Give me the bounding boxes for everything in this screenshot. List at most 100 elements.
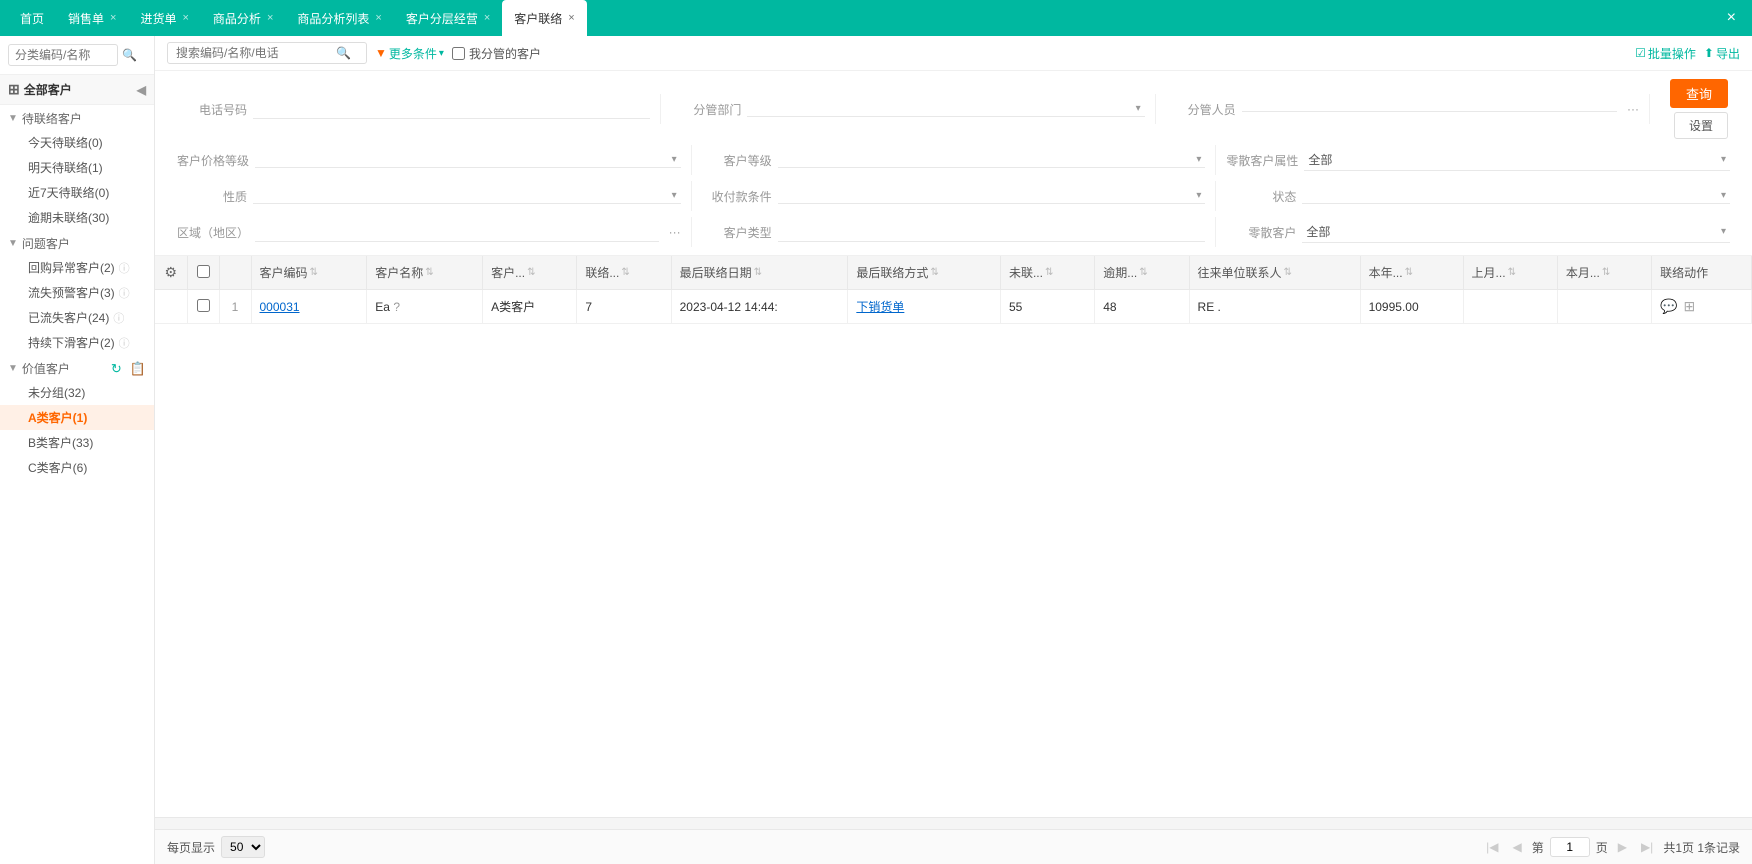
chat-icon[interactable]: 💬: [1660, 298, 1677, 315]
row-overdue: 48: [1103, 300, 1116, 314]
more-action-icon[interactable]: ⊞: [1684, 298, 1696, 315]
sidebar: 🔍 ⊞ 全部客户 ◀ ▼ 待联络客户 今天待联络(0) 明天待联络(1) 近7天…: [0, 36, 155, 864]
nav-purchase-close[interactable]: ×: [182, 12, 188, 24]
col-actions-label: 联络动作: [1660, 266, 1708, 280]
area-label: 区域（地区）: [177, 224, 249, 241]
filter-more-btn[interactable]: ▼ 更多条件 ▾: [375, 45, 444, 62]
page-input[interactable]: [1550, 837, 1590, 857]
export-button[interactable]: ⬆ 导出: [1704, 45, 1740, 62]
sidebar-item-churned[interactable]: 已流失客户(24) ⓘ: [0, 305, 154, 330]
sidebar-section-value[interactable]: ▼ 价值客户 ↻ 📋: [0, 355, 154, 380]
area-input[interactable]: [255, 223, 659, 242]
col-customer-type: 客户... ⇅: [483, 256, 577, 290]
sidebar-search-icon[interactable]: 🔍: [122, 48, 137, 62]
status-select[interactable]: ▾: [1302, 188, 1730, 204]
filter-cell-price-level: 客户价格等级 ▾: [167, 145, 692, 175]
select-all-checkbox[interactable]: [197, 265, 210, 278]
search-box-icon[interactable]: 🔍: [336, 46, 351, 60]
last-page-button[interactable]: ▶|: [1637, 838, 1657, 856]
retail-customer-select[interactable]: 全部 ▾: [1302, 221, 1730, 243]
nav-sales-close[interactable]: ×: [110, 12, 116, 24]
nav-customer-contact-close[interactable]: ×: [568, 12, 574, 24]
nature-select[interactable]: ▾: [253, 188, 681, 204]
settings-button[interactable]: 设置: [1674, 112, 1728, 139]
sidebar-item-c-class[interactable]: C类客户(6): [0, 455, 154, 480]
horizontal-scrollbar[interactable]: [155, 817, 1752, 829]
col-overdue-sort[interactable]: ⇅: [1139, 267, 1147, 278]
nav-tab-purchase[interactable]: 进货单 ×: [128, 0, 200, 36]
retail-attr-select[interactable]: 全部 ▾: [1304, 149, 1730, 171]
row-name: Ea: [375, 300, 390, 314]
col-last-contact-method-sort[interactable]: ⇅: [930, 267, 938, 278]
nav-tab-product-analysis-list[interactable]: 商品分析列表 ×: [285, 0, 393, 36]
page-size-select[interactable]: 50: [221, 836, 265, 858]
sidebar-item-ungrouped[interactable]: 未分组(32): [0, 380, 154, 405]
page-label: 第: [1532, 839, 1544, 856]
first-page-button[interactable]: |◀: [1482, 838, 1502, 856]
row-last-method[interactable]: 下销货单: [856, 300, 904, 314]
col-not-contacted-sort[interactable]: ⇅: [1045, 267, 1053, 278]
sidebar-item-a-class[interactable]: A类客户(1): [0, 405, 154, 430]
nav-tab-sales[interactable]: 销售单 ×: [56, 0, 128, 36]
col-last-contact-method-label: 最后联络方式: [856, 264, 928, 281]
nav-tab-product-analysis[interactable]: 商品分析 ×: [201, 0, 285, 36]
dept-select[interactable]: ▾: [747, 101, 1144, 117]
gear-icon[interactable]: ⚙: [164, 264, 177, 280]
col-customer-type-sort[interactable]: ⇅: [527, 267, 535, 278]
col-customer-name-sort[interactable]: ⇅: [425, 267, 433, 278]
sidebar-item-b-class[interactable]: B类客户(33): [0, 430, 154, 455]
search-input[interactable]: [176, 46, 336, 60]
col-overdue: 逾期... ⇅: [1095, 256, 1189, 290]
sidebar-collapse-icon[interactable]: ◀: [137, 83, 146, 97]
prev-page-button[interactable]: ◀: [1508, 838, 1525, 856]
window-close-button[interactable]: ×: [1719, 9, 1744, 27]
sidebar-item-churn-warning[interactable]: 流失预警客户(3) ⓘ: [0, 280, 154, 305]
nav-product-analysis-list-close[interactable]: ×: [375, 12, 381, 24]
payment-select[interactable]: ▾: [778, 188, 1206, 204]
col-contact-count-sort[interactable]: ⇅: [621, 267, 629, 278]
sidebar-item-tomorrow-pending[interactable]: 明天待联络(1): [0, 155, 154, 180]
nav-tab-customer-contact[interactable]: 客户联络 ×: [502, 0, 586, 36]
export-label: 导出: [1716, 45, 1740, 62]
sidebar-item-declining[interactable]: 持续下滑客户(2) ⓘ: [0, 330, 154, 355]
sidebar-item-overdue-pending[interactable]: 逾期未联络(30): [0, 205, 154, 230]
customer-level-select[interactable]: ▾: [778, 152, 1206, 168]
col-customer-code-sort[interactable]: ⇅: [310, 267, 318, 278]
sidebar-search-input[interactable]: [8, 44, 118, 66]
col-contact-person-sort[interactable]: ⇅: [1284, 267, 1292, 278]
filter-row-1: 电话号码 分管部门 ▾ 分管人员 ···: [167, 79, 1740, 139]
sidebar-section-pending[interactable]: ▼ 待联络客户: [0, 105, 154, 130]
phone-input[interactable]: [253, 100, 650, 119]
nav-customer-segment-close[interactable]: ×: [484, 12, 490, 24]
filter-my-customer[interactable]: 我分管的客户: [452, 45, 541, 62]
row-checkbox[interactable]: [197, 299, 210, 312]
price-level-select[interactable]: ▾: [255, 152, 681, 168]
col-this-year-label: 本年...: [1369, 264, 1403, 281]
col-last-contact-date-sort[interactable]: ⇅: [754, 267, 762, 278]
col-last-month-sort[interactable]: ⇅: [1508, 267, 1516, 278]
sidebar-item-repurchase-abnormal[interactable]: 回购异常客户(2) ⓘ: [0, 255, 154, 280]
col-contact-count: 联络... ⇅: [577, 256, 671, 290]
nav-tab-customer-segment[interactable]: 客户分层经营 ×: [394, 0, 502, 36]
manager-select[interactable]: [1242, 107, 1617, 112]
my-customer-checkbox[interactable]: [452, 47, 465, 60]
filter-cell-customer-type: 客户类型: [692, 217, 1217, 247]
nav-product-analysis-close[interactable]: ×: [267, 12, 273, 24]
col-this-month-sort[interactable]: ⇅: [1602, 267, 1610, 278]
query-button[interactable]: 查询: [1670, 79, 1728, 108]
repurchase-abnormal-label: 回购异常客户(2): [28, 259, 115, 276]
value-refresh-icon[interactable]: ↻: [111, 361, 122, 377]
col-this-year-sort[interactable]: ⇅: [1405, 267, 1413, 278]
next-page-button[interactable]: ▶: [1614, 838, 1631, 856]
tomorrow-pending-label: 明天待联络(1): [28, 159, 103, 176]
customer-type-input[interactable]: [778, 223, 1206, 242]
manager-more-icon[interactable]: ···: [1627, 102, 1639, 116]
area-more-icon[interactable]: ···: [669, 225, 681, 239]
row-code[interactable]: 000031: [260, 300, 300, 314]
sidebar-item-today-pending[interactable]: 今天待联络(0): [0, 130, 154, 155]
sidebar-item-7days-pending[interactable]: 近7天待联络(0): [0, 180, 154, 205]
nav-tab-home[interactable]: 首页: [8, 0, 56, 36]
batch-op-button[interactable]: ☑ 批量操作: [1635, 45, 1696, 62]
sidebar-section-problem[interactable]: ▼ 问题客户: [0, 230, 154, 255]
value-add-icon[interactable]: 📋: [130, 361, 146, 377]
